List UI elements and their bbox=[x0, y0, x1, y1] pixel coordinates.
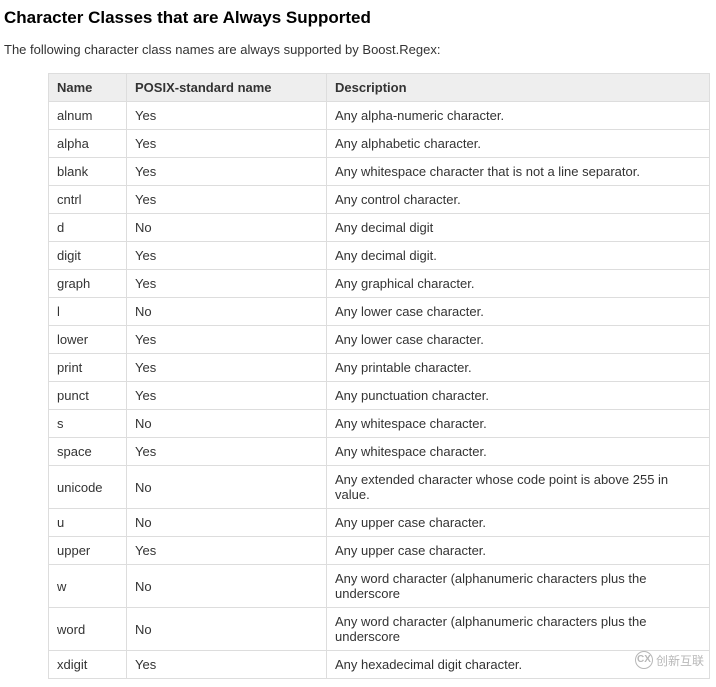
cell-desc: Any decimal digit. bbox=[327, 242, 710, 270]
cell-name: u bbox=[49, 509, 127, 537]
cell-desc: Any word character (alphanumeric charact… bbox=[327, 608, 710, 651]
cell-posix: No bbox=[127, 608, 327, 651]
cell-name: alnum bbox=[49, 102, 127, 130]
cell-name: blank bbox=[49, 158, 127, 186]
cell-posix: No bbox=[127, 565, 327, 608]
cell-name: unicode bbox=[49, 466, 127, 509]
cell-name: xdigit bbox=[49, 651, 127, 679]
table-row: digitYesAny decimal digit. bbox=[49, 242, 710, 270]
table-row: cntrlYesAny control character. bbox=[49, 186, 710, 214]
table-row: unicodeNoAny extended character whose co… bbox=[49, 466, 710, 509]
cell-name: upper bbox=[49, 537, 127, 565]
cell-name: lower bbox=[49, 326, 127, 354]
table-header-row: Name POSIX-standard name Description bbox=[49, 74, 710, 102]
table-row: sNoAny whitespace character. bbox=[49, 410, 710, 438]
table-row: spaceYesAny whitespace character. bbox=[49, 438, 710, 466]
cell-name: s bbox=[49, 410, 127, 438]
cell-desc: Any graphical character. bbox=[327, 270, 710, 298]
watermark-logo-icon: CX bbox=[635, 651, 653, 669]
cell-name: space bbox=[49, 438, 127, 466]
cell-posix: Yes bbox=[127, 130, 327, 158]
cell-posix: Yes bbox=[127, 158, 327, 186]
table-row: alnumYesAny alpha-numeric character. bbox=[49, 102, 710, 130]
cell-desc: Any whitespace character. bbox=[327, 438, 710, 466]
table-row: lNoAny lower case character. bbox=[49, 298, 710, 326]
cell-name: digit bbox=[49, 242, 127, 270]
cell-posix: No bbox=[127, 466, 327, 509]
cell-desc: Any alphabetic character. bbox=[327, 130, 710, 158]
header-posix: POSIX-standard name bbox=[127, 74, 327, 102]
cell-posix: No bbox=[127, 214, 327, 242]
char-class-table: Name POSIX-standard name Description aln… bbox=[48, 73, 710, 679]
cell-desc: Any alpha-numeric character. bbox=[327, 102, 710, 130]
table-row: punctYesAny punctuation character. bbox=[49, 382, 710, 410]
cell-posix: Yes bbox=[127, 438, 327, 466]
cell-posix: No bbox=[127, 410, 327, 438]
table-row: upperYesAny upper case character. bbox=[49, 537, 710, 565]
cell-desc: Any upper case character. bbox=[327, 509, 710, 537]
cell-desc: Any decimal digit bbox=[327, 214, 710, 242]
cell-name: l bbox=[49, 298, 127, 326]
cell-desc: Any extended character whose code point … bbox=[327, 466, 710, 509]
cell-posix: Yes bbox=[127, 242, 327, 270]
table-row: dNoAny decimal digit bbox=[49, 214, 710, 242]
cell-name: print bbox=[49, 354, 127, 382]
cell-posix: Yes bbox=[127, 102, 327, 130]
cell-name: word bbox=[49, 608, 127, 651]
table-row: lowerYesAny lower case character. bbox=[49, 326, 710, 354]
cell-desc: Any whitespace character that is not a l… bbox=[327, 158, 710, 186]
cell-desc: Any punctuation character. bbox=[327, 382, 710, 410]
cell-desc: Any lower case character. bbox=[327, 298, 710, 326]
cell-name: cntrl bbox=[49, 186, 127, 214]
cell-desc: Any lower case character. bbox=[327, 326, 710, 354]
header-desc: Description bbox=[327, 74, 710, 102]
table-row: alphaYesAny alphabetic character. bbox=[49, 130, 710, 158]
intro-text: The following character class names are … bbox=[4, 42, 712, 57]
cell-desc: Any upper case character. bbox=[327, 537, 710, 565]
header-name: Name bbox=[49, 74, 127, 102]
table-row: wNoAny word character (alphanumeric char… bbox=[49, 565, 710, 608]
cell-posix: Yes bbox=[127, 186, 327, 214]
table-row: graphYesAny graphical character. bbox=[49, 270, 710, 298]
watermark: CX 创新互联 bbox=[635, 651, 704, 669]
cell-posix: Yes bbox=[127, 270, 327, 298]
cell-name: d bbox=[49, 214, 127, 242]
table-row: xdigitYesAny hexadecimal digit character… bbox=[49, 651, 710, 679]
cell-desc: Any control character. bbox=[327, 186, 710, 214]
cell-name: alpha bbox=[49, 130, 127, 158]
cell-name: graph bbox=[49, 270, 127, 298]
cell-desc: Any printable character. bbox=[327, 354, 710, 382]
page-heading: Character Classes that are Always Suppor… bbox=[4, 8, 712, 28]
cell-posix: Yes bbox=[127, 354, 327, 382]
table-row: printYesAny printable character. bbox=[49, 354, 710, 382]
cell-posix: Yes bbox=[127, 326, 327, 354]
watermark-text: 创新互联 bbox=[656, 652, 704, 669]
cell-posix: No bbox=[127, 298, 327, 326]
table-row: wordNoAny word character (alphanumeric c… bbox=[49, 608, 710, 651]
cell-desc: Any whitespace character. bbox=[327, 410, 710, 438]
table-row: uNoAny upper case character. bbox=[49, 509, 710, 537]
cell-name: w bbox=[49, 565, 127, 608]
cell-desc: Any word character (alphanumeric charact… bbox=[327, 565, 710, 608]
cell-name: punct bbox=[49, 382, 127, 410]
table-row: blankYesAny whitespace character that is… bbox=[49, 158, 710, 186]
cell-posix: No bbox=[127, 509, 327, 537]
cell-posix: Yes bbox=[127, 537, 327, 565]
cell-posix: Yes bbox=[127, 651, 327, 679]
cell-posix: Yes bbox=[127, 382, 327, 410]
